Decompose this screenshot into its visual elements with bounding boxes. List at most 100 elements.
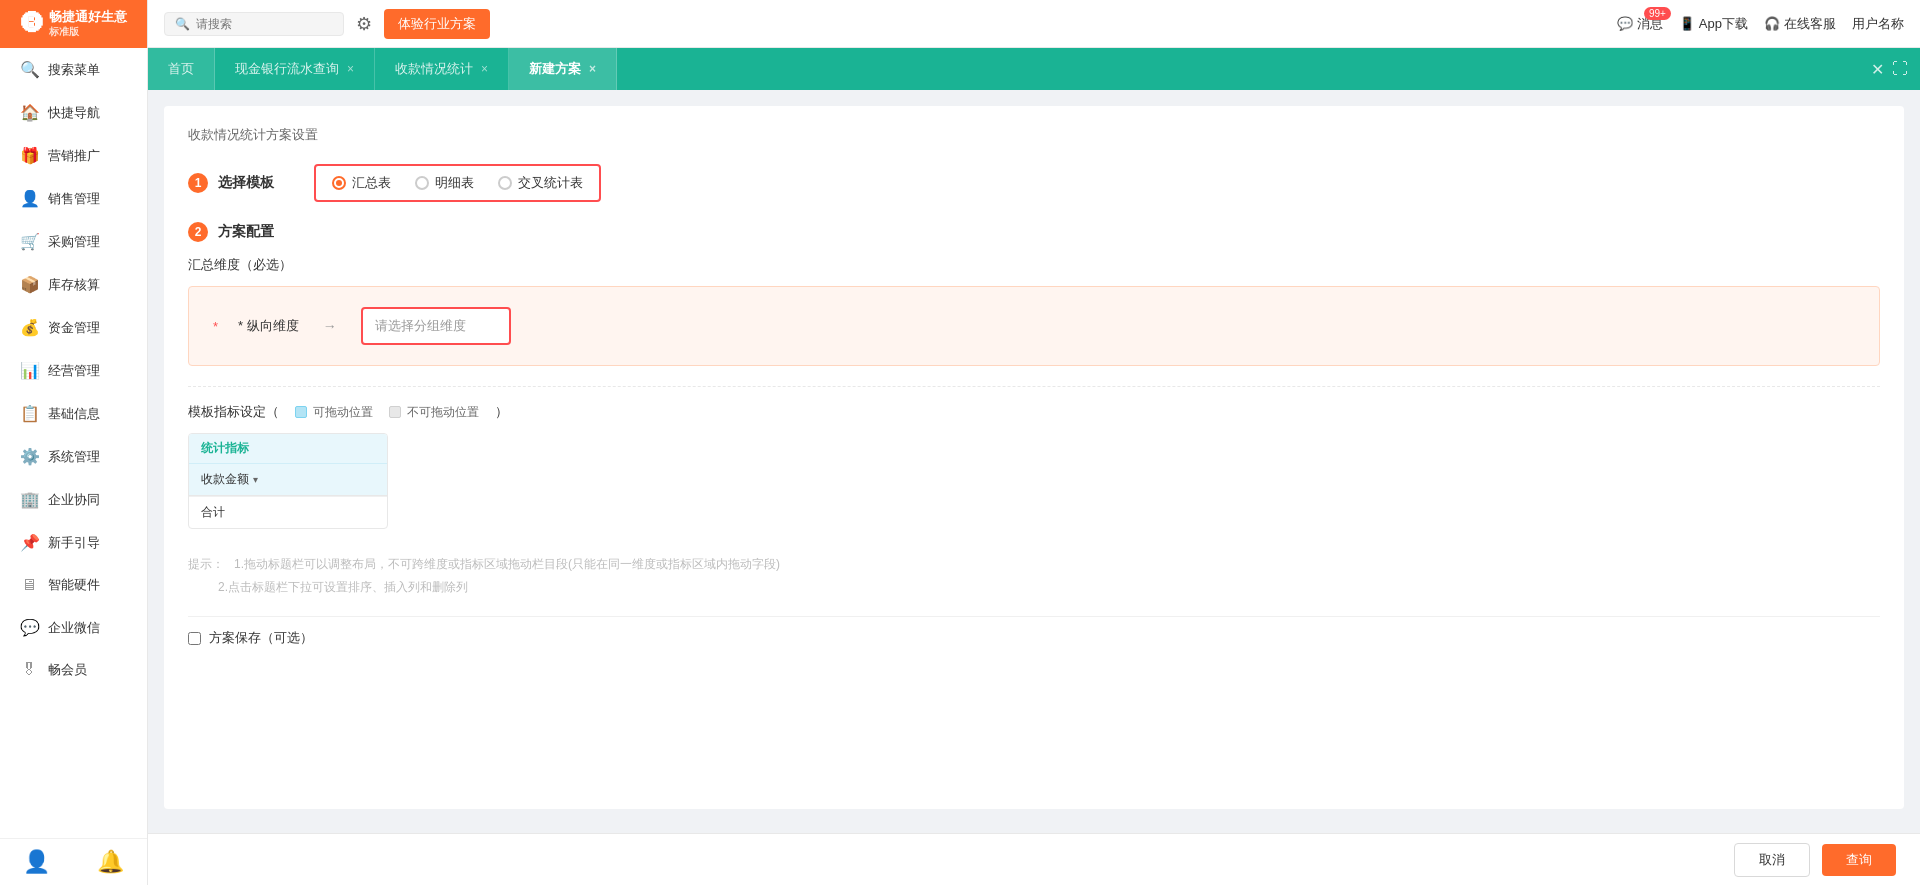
sidebar-item-system[interactable]: ⚙️ 系统管理: [0, 435, 147, 478]
sidebar-label: 企业微信: [48, 619, 100, 637]
metrics-col-cell-amount[interactable]: 收款金额 ▾: [189, 464, 289, 495]
sidebar-item-basic-info[interactable]: 📋 基础信息: [0, 392, 147, 435]
metrics-data-cell-total: 合计: [189, 497, 289, 528]
tab-bank-flow[interactable]: 现金银行流水查询 ×: [215, 48, 375, 90]
step2-section: 2 方案配置 汇总维度（必选） * * 纵向维度 → 请选择分组维度 模板指标: [188, 222, 1880, 596]
home-icon: 🏠: [20, 103, 38, 122]
app-download-btn[interactable]: 📱 App下载: [1679, 15, 1748, 33]
msg-btn[interactable]: 💬 消息 99+: [1617, 15, 1663, 33]
sidebar-item-quick-nav[interactable]: 🏠 快捷导航: [0, 91, 147, 134]
tip-text-1: 1.拖动标题栏可以调整布局，不可跨维度或指标区域拖动栏目段(只能在同一维度或指标…: [234, 557, 780, 571]
fixed-dot: [389, 406, 401, 418]
sidebar-label: 快捷导航: [48, 104, 100, 122]
tab-home-label: 首页: [168, 60, 194, 78]
sidebar-item-operation[interactable]: 📊 经营管理: [0, 349, 147, 392]
option-summary[interactable]: 汇总表: [332, 174, 391, 192]
tip-prefix-1: 提示：: [188, 557, 231, 571]
tip-prefix-2: [188, 580, 215, 594]
sidebar-item-purchase[interactable]: 🛒 采购管理: [0, 220, 147, 263]
tab-bank-flow-close[interactable]: ×: [347, 62, 354, 76]
header-search-box[interactable]: 🔍: [164, 12, 344, 36]
main-content: 收款情况统计方案设置 1 选择模板 汇总表 明细表: [148, 90, 1920, 885]
row-dim-label: * 纵向维度: [238, 317, 299, 335]
sidebar-label: 经营管理: [48, 362, 100, 380]
fixed-label: 不可拖动位置: [407, 404, 479, 421]
sidebar-item-guide[interactable]: 📌 新手引导: [0, 521, 147, 564]
header: 🔍 ⚙ 体验行业方案 💬 消息 99+ 📱 App下载 🎧 在线客服 用户名称: [148, 0, 1920, 48]
clipboard-icon: 📋: [20, 404, 38, 423]
tab-new-plan-label: 新建方案: [529, 60, 581, 78]
option-detail[interactable]: 明细表: [415, 174, 474, 192]
tab-new-plan-close[interactable]: ×: [589, 62, 596, 76]
sidebar-item-marketing[interactable]: 🎁 营销推广: [0, 134, 147, 177]
radio-summary-label: 汇总表: [352, 174, 391, 192]
sidebar-item-finance[interactable]: 💰 资金管理: [0, 306, 147, 349]
mobile-icon: 📱: [1679, 16, 1695, 31]
sidebar-label: 智能硬件: [48, 576, 100, 594]
pin-icon: 📌: [20, 533, 38, 552]
service-label: 在线客服: [1784, 15, 1836, 33]
sidebar-item-wechat[interactable]: 💬 企业微信: [0, 606, 147, 649]
save-label: 方案保存（可选）: [209, 629, 313, 647]
arrow-icon: →: [323, 318, 337, 334]
sidebar-label: 畅会员: [48, 661, 87, 679]
sidebar-item-member[interactable]: 🎖 畅会员: [0, 649, 147, 691]
dimension-area: * * 纵向维度 → 请选择分组维度: [188, 286, 1880, 366]
page-title: 收款情况统计方案设置: [188, 126, 1880, 144]
metrics-header: 模板指标设定（ 可拖动位置 不可拖动位置 ）: [188, 403, 1880, 421]
trial-btn[interactable]: 体验行业方案: [384, 9, 490, 39]
online-service-btn[interactable]: 🎧 在线客服: [1764, 15, 1836, 33]
sidebar-user-btn[interactable]: 👤: [23, 849, 50, 875]
radio-cross-label: 交叉统计表: [518, 174, 583, 192]
building-icon: 🏢: [20, 490, 38, 509]
radio-detail[interactable]: [415, 176, 429, 190]
radio-cross[interactable]: [498, 176, 512, 190]
dim-placeholder: 请选择分组维度: [375, 318, 466, 333]
drag-fixed-legend: 不可拖动位置: [389, 404, 479, 421]
step1-section: 1 选择模板 汇总表 明细表 交叉统计表: [188, 164, 1880, 202]
search-icon: 🔍: [175, 17, 190, 31]
metrics-table: 统计指标 收款金额 ▾ 合计: [188, 433, 388, 529]
box-icon: 📦: [20, 275, 38, 294]
tab-bank-flow-label: 现金银行流水查询: [235, 60, 339, 78]
tabbar-actions: ✕ ⛶: [1871, 48, 1920, 90]
query-button[interactable]: 查询: [1822, 844, 1896, 876]
sidebar-item-sales[interactable]: 👤 销售管理: [0, 177, 147, 220]
msg-icon: 💬: [1617, 16, 1633, 31]
step2-header: 2 方案配置: [188, 222, 1880, 242]
sidebar-item-enterprise[interactable]: 🏢 企业协同: [0, 478, 147, 521]
cancel-button[interactable]: 取消: [1734, 843, 1810, 877]
search-input[interactable]: [196, 17, 336, 31]
sidebar-label: 基础信息: [48, 405, 100, 423]
save-checkbox[interactable]: [188, 632, 201, 645]
total-label: 合计: [201, 505, 225, 519]
sidebar-notify-btn[interactable]: 🔔: [97, 849, 124, 875]
template-options: 汇总表 明细表 交叉统计表: [314, 164, 601, 202]
tab-expand-icon[interactable]: ⛶: [1892, 60, 1908, 78]
logo-icon: 🅑: [21, 11, 43, 37]
chart-icon: 📊: [20, 361, 38, 380]
step2-title: 方案配置: [218, 223, 274, 241]
sidebar-item-inventory[interactable]: 📦 库存核算: [0, 263, 147, 306]
tab-close-all-icon[interactable]: ✕: [1871, 60, 1884, 79]
username-label[interactable]: 用户名称: [1852, 15, 1904, 33]
radio-summary[interactable]: [332, 176, 346, 190]
settings-icon[interactable]: ⚙: [356, 13, 372, 35]
header-right: 💬 消息 99+ 📱 App下载 🎧 在线客服 用户名称: [1617, 15, 1904, 33]
col-amount-label: 收款金额: [201, 471, 249, 488]
sidebar-item-search-menu[interactable]: 🔍 搜索菜单: [0, 48, 147, 91]
tab-home[interactable]: 首页: [148, 48, 215, 90]
option-cross[interactable]: 交叉统计表: [498, 174, 583, 192]
tab-collection-stat[interactable]: 收款情况统计 ×: [375, 48, 509, 90]
dim-select-box[interactable]: 请选择分组维度: [361, 307, 511, 345]
cart-icon: 🛒: [20, 232, 38, 251]
tip-item-2: 2.点击标题栏下拉可设置排序、插入列和删除列: [188, 579, 1880, 596]
tab-new-plan[interactable]: 新建方案 ×: [509, 48, 617, 90]
sidebar-label: 系统管理: [48, 448, 100, 466]
sidebar-label: 采购管理: [48, 233, 100, 251]
sidebar-item-hardware[interactable]: 🖥 智能硬件: [0, 564, 147, 606]
tabbar: 首页 现金银行流水查询 × 收款情况统计 × 新建方案 × ✕ ⛶: [148, 48, 1920, 90]
tip-text-2: 2.点击标题栏下拉可设置排序、插入列和删除列: [218, 580, 468, 594]
metrics-col-header: 收款金额 ▾: [189, 464, 387, 496]
tab-collection-stat-close[interactable]: ×: [481, 62, 488, 76]
